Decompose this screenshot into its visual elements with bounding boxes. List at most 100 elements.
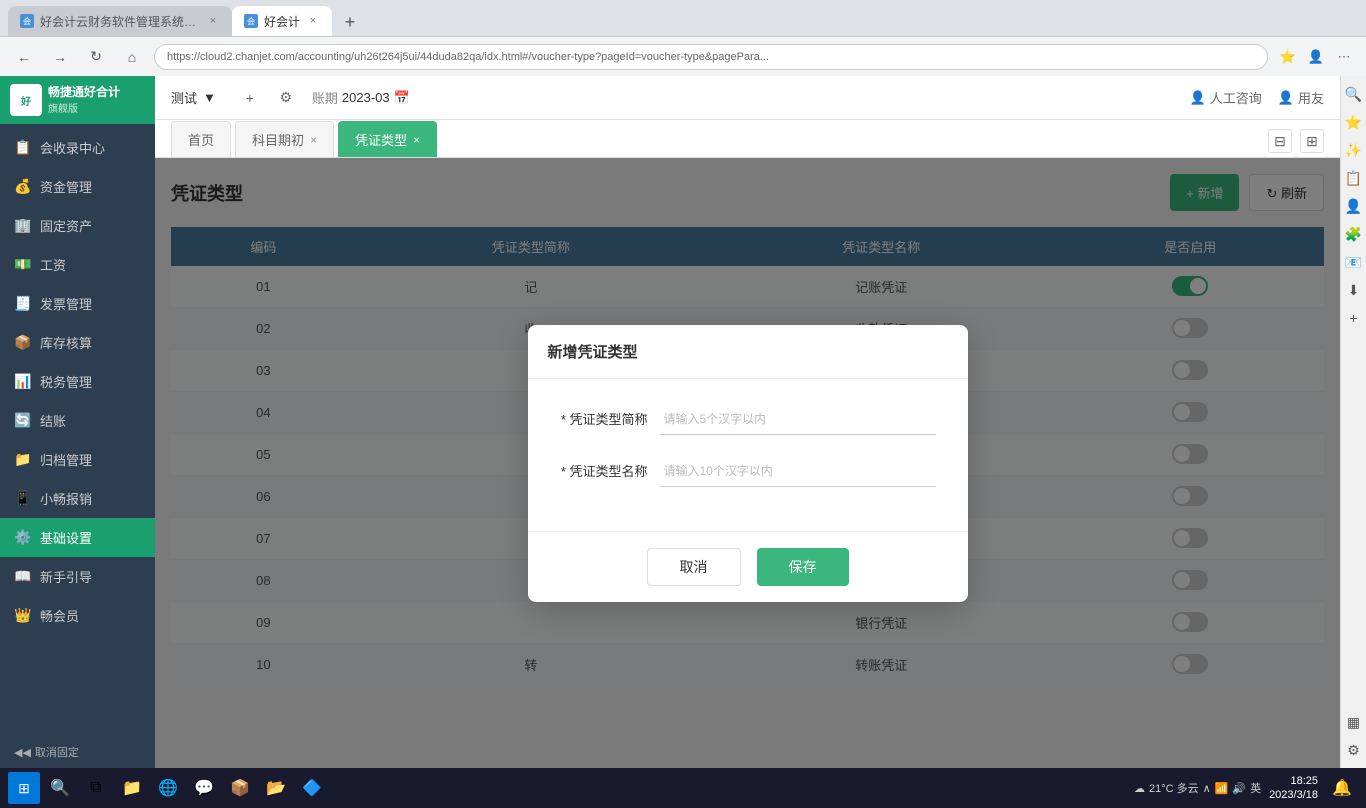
more-btn[interactable]: ⋯ (1332, 45, 1356, 69)
user-avatar: 👤 (1278, 90, 1294, 106)
changhui-icon: 👑 (14, 607, 32, 625)
user-info[interactable]: 👤 用友 (1278, 88, 1324, 107)
tab-label-1: 好会计云财务软件管理系统_会计 (40, 13, 200, 30)
nav-forward-button[interactable]: → (46, 43, 74, 71)
sidebar-label-3: 工资 (40, 255, 66, 274)
nav-back-button[interactable]: ← (10, 43, 38, 71)
logo-sub: 旗舰版 (48, 100, 120, 115)
sidebar-item-jiezhang[interactable]: 🔄 结账 (0, 401, 155, 440)
extensions-btn[interactable]: ⭐ (1276, 45, 1300, 69)
taskbar-apps[interactable]: 📦 (224, 772, 256, 804)
tab-close-1[interactable]: × (206, 14, 220, 28)
shouji-icon: 📋 (14, 139, 32, 157)
cancel-pin-btn[interactable]: ◀◀ 取消固定 (0, 736, 155, 768)
tab-expand-btn[interactable]: ⊞ (1300, 129, 1324, 153)
right-outlook-btn[interactable]: 📧 (1344, 252, 1364, 272)
right-panel: 🔍 ⭐ ✨ 📋 👤 🧩 📧 ⬇ + ▦ ⚙ (1340, 76, 1366, 768)
nav-refresh-button[interactable]: ↻ (82, 43, 110, 71)
consult-btn[interactable]: 👤 人工咨询 (1190, 88, 1262, 107)
browser-tab-2[interactable]: 会 好会计 × (232, 6, 332, 36)
company-selector[interactable]: 测试 ▼ (171, 88, 216, 107)
modal-overlay: 新增凭证类型 * 凭证类型简称 * 凭证类型名称 取消 保存 (155, 158, 1340, 768)
clock-time: 18:25 (1290, 774, 1318, 788)
right-search-btn[interactable]: 🔍 (1344, 84, 1364, 104)
start-button[interactable]: ⊞ (8, 772, 40, 804)
taskbar-right: ☁ 21°C 多云 ∧ 📶 🔊 英 18:25 2023/3/18 🔔 (1134, 772, 1358, 804)
tab-collapse-btn[interactable]: ⊟ (1268, 129, 1292, 153)
sidebar-item-fapiao[interactable]: 🧾 发票管理 (0, 284, 155, 323)
tab-home[interactable]: 首页 (171, 121, 231, 157)
nav-home-button[interactable]: ⌂ (118, 43, 146, 71)
sidebar-item-changhui[interactable]: 👑 畅会员 (0, 596, 155, 635)
user-label: 用友 (1298, 88, 1324, 107)
form-label-abbr: * 凭证类型简称 (560, 409, 660, 428)
sidebar-item-jichushezhi[interactable]: ⚙️ 基础设置 (0, 518, 155, 557)
sidebar-logo: 好 畅捷通好合计 旗舰版 (0, 76, 155, 124)
add-company-btn[interactable]: + (236, 84, 264, 112)
taskbar-chrome[interactable]: 🌐 (152, 772, 184, 804)
sidebar-label-10: 基础设置 (40, 528, 92, 547)
new-tab-button[interactable]: + (336, 8, 364, 36)
name-input[interactable] (660, 455, 936, 487)
taskbar-wechat[interactable]: 💬 (188, 772, 220, 804)
tab-label-2: 好会计 (264, 13, 300, 30)
arrow-up-icon: ∧ (1203, 782, 1211, 795)
right-star-btn[interactable]: ⭐ (1344, 112, 1364, 132)
sidebar-item-shouji[interactable]: 📋 会收录中心 (0, 128, 155, 167)
tab-close-2[interactable]: × (306, 14, 320, 28)
browser-tab-1[interactable]: 会 好会计云财务软件管理系统_会计 × (8, 6, 232, 36)
right-history-btn[interactable]: 📋 (1344, 168, 1364, 188)
company-dropdown-icon: ▼ (203, 90, 216, 105)
sidebar-item-kucun[interactable]: 📦 库存核算 (0, 323, 155, 362)
top-bar-right: 👤 人工咨询 👤 用友 (1190, 88, 1324, 107)
taskbar-search[interactable]: 🔍 (44, 772, 76, 804)
sidebar-item-gudingzichan[interactable]: 🏢 固定资产 (0, 206, 155, 245)
tab-favicon-2: 会 (244, 14, 258, 28)
right-plus-btn[interactable]: + (1344, 308, 1364, 328)
taskbar-files[interactable]: 📂 (260, 772, 292, 804)
abbr-input[interactable] (660, 403, 936, 435)
taskbar-edge[interactable]: 🔷 (296, 772, 328, 804)
shuiwu-icon: 📊 (14, 373, 32, 391)
sidebar-label-6: 税务管理 (40, 372, 92, 391)
tab-pingzheng-close[interactable]: × (413, 133, 420, 147)
profile-btn[interactable]: 👤 (1304, 45, 1328, 69)
save-button[interactable]: 保存 (757, 548, 849, 586)
period-value: 2023-03 (342, 90, 390, 105)
consult-label: 人工咨询 (1210, 88, 1262, 107)
company-name: 测试 (171, 88, 197, 107)
tab-kemuqichu[interactable]: 科目期初 × (235, 121, 334, 157)
sidebar-item-xinshouyindao[interactable]: 📖 新手引导 (0, 557, 155, 596)
sidebar-item-zijin[interactable]: 💰 资金管理 (0, 167, 155, 206)
settings-btn[interactable]: ⚙ (272, 84, 300, 112)
top-bar: 测试 ▼ + ⚙ 账期 2023-03 📅 👤 人工咨询 👤 用友 (155, 76, 1340, 120)
sidebar-item-guidang[interactable]: 📁 归档管理 (0, 440, 155, 479)
right-extension-btn[interactable]: 🧩 (1344, 224, 1364, 244)
main-content: 测试 ▼ + ⚙ 账期 2023-03 📅 👤 人工咨询 👤 用友 (155, 76, 1340, 768)
right-user-btn[interactable]: 👤 (1344, 196, 1364, 216)
sidebar-item-baoxiao[interactable]: 📱 小畅报销 (0, 479, 155, 518)
address-bar-input[interactable]: https://cloud2.chanjet.com/accounting/uh… (154, 44, 1268, 70)
sidebar: 好 畅捷通好合计 旗舰版 📋 会收录中心 💰 资金管理 🏢 固定资产 💵 工资 (0, 76, 155, 768)
sidebar-label-1: 资金管理 (40, 177, 92, 196)
right-grid-btn[interactable]: ▦ (1344, 712, 1364, 732)
modal-body: * 凭证类型简称 * 凭证类型名称 (528, 379, 968, 531)
period-info: 账期 2023-03 📅 (312, 88, 410, 107)
sidebar-item-gongzi[interactable]: 💵 工资 (0, 245, 155, 284)
right-ai-btn[interactable]: ✨ (1344, 140, 1364, 160)
sidebar-item-shuiwu[interactable]: 📊 税务管理 (0, 362, 155, 401)
tab-pingzheng[interactable]: 凭证类型 × (338, 121, 437, 157)
modal-title: 新增凭证类型 (528, 325, 968, 379)
right-download-btn[interactable]: ⬇ (1344, 280, 1364, 300)
language-btn[interactable]: 英 (1250, 780, 1261, 796)
tab-kemuqichu-close[interactable]: × (310, 133, 317, 147)
taskbar-explorer[interactable]: 📁 (116, 772, 148, 804)
notification-btn[interactable]: 🔔 (1326, 772, 1358, 804)
right-settings-btn[interactable]: ⚙ (1344, 740, 1364, 760)
taskbar-taskview[interactable]: ⧉ (80, 772, 112, 804)
sidebar-label-2: 固定资产 (40, 216, 92, 235)
sidebar-label-5: 库存核算 (40, 333, 92, 352)
guidang-icon: 📁 (14, 451, 32, 469)
calendar-icon[interactable]: 📅 (394, 90, 410, 106)
cancel-button[interactable]: 取消 (647, 548, 741, 586)
